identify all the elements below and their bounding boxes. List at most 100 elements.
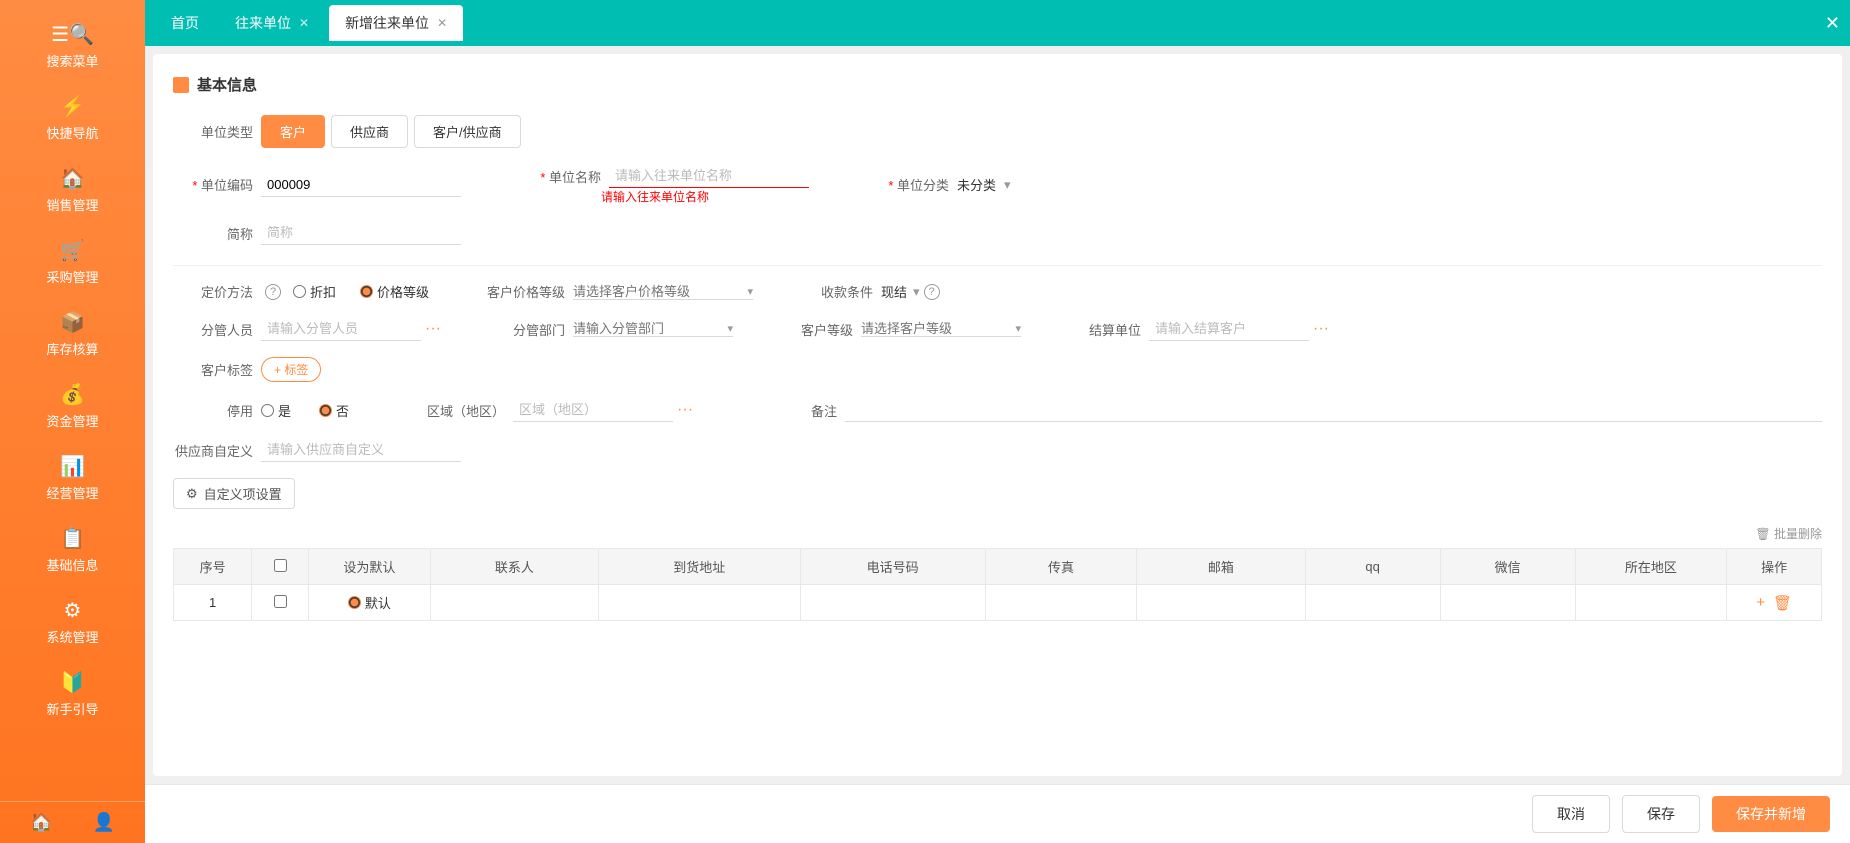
guide-icon: 🔰 bbox=[60, 670, 85, 695]
radio-discount-input[interactable] bbox=[293, 285, 306, 298]
dept-input[interactable] bbox=[573, 321, 727, 336]
cell-qq bbox=[1305, 585, 1440, 621]
supplier-custom-row: 供应商自定义 bbox=[173, 438, 1822, 462]
batch-delete-btn[interactable]: 🗑 批量删除 bbox=[1755, 527, 1822, 541]
default-radio[interactable] bbox=[348, 596, 361, 609]
sidebar-item-basic[interactable]: 📋 基础信息 bbox=[0, 514, 145, 586]
unit-type-row: 单位类型 客户 供应商 客户/供应商 bbox=[173, 115, 1822, 148]
customer-tag-row: 客户标签 + 标签 bbox=[173, 357, 1822, 382]
cancel-button[interactable]: 取消 bbox=[1532, 795, 1610, 833]
sidebar-item-label: 库存核算 bbox=[46, 339, 98, 358]
supervisor-ellipsis-btn[interactable]: ··· bbox=[421, 320, 445, 338]
system-icon: ⚙ bbox=[64, 598, 82, 623]
cell-address bbox=[598, 585, 800, 621]
unit-name-group: 单位名称 请输入往来单位名称 bbox=[521, 164, 809, 205]
col-fax: 传真 bbox=[985, 549, 1137, 585]
sidebar-item-purchase[interactable]: 🛒 采购管理 bbox=[0, 226, 145, 298]
settlement-ellipsis-btn[interactable]: ··· bbox=[1309, 320, 1333, 338]
btn-customer[interactable]: 客户 bbox=[261, 115, 325, 148]
custom-settings-btn[interactable]: ⚙ 自定义项设置 bbox=[173, 478, 295, 509]
sidebar-item-quicknav[interactable]: ⚡ 快捷导航 bbox=[0, 82, 145, 154]
row-add-btn[interactable]: + bbox=[1756, 594, 1765, 612]
sidebar-item-label: 搜索菜单 bbox=[46, 51, 98, 70]
cell-action: + 🗑 bbox=[1727, 585, 1822, 621]
radio-price-level-input[interactable] bbox=[360, 285, 373, 298]
home-bottom-icon[interactable]: 🏠 bbox=[30, 812, 52, 833]
contact-input[interactable] bbox=[474, 595, 554, 610]
unit-category-label: 单位分类 bbox=[869, 175, 949, 194]
tab-new-counterparty[interactable]: 新增往来单位 ✕ bbox=[329, 5, 463, 41]
fax-input[interactable] bbox=[1026, 595, 1096, 610]
delete-icon: 🗑 bbox=[1755, 527, 1770, 541]
tab-home[interactable]: 首页 bbox=[155, 5, 215, 41]
customer-price-level-select[interactable]: ▾ bbox=[573, 284, 753, 300]
btn-both[interactable]: 客户/供应商 bbox=[414, 115, 521, 148]
unit-name-input[interactable] bbox=[609, 164, 809, 188]
remark-input[interactable] bbox=[845, 398, 1822, 422]
sidebar-item-label: 基础信息 bbox=[46, 555, 98, 574]
col-seq: 序号 bbox=[174, 549, 252, 585]
sidebar-item-system[interactable]: ⚙ 系统管理 bbox=[0, 586, 145, 658]
disable-label: 停用 bbox=[173, 401, 253, 420]
finance-icon: 💰 bbox=[60, 382, 85, 407]
sidebar-item-inventory[interactable]: 📦 库存核算 bbox=[0, 298, 145, 370]
tab-bar-close-btn[interactable]: ✕ bbox=[1825, 13, 1840, 34]
qq-input[interactable] bbox=[1343, 595, 1403, 610]
settlement-unit-input[interactable] bbox=[1149, 317, 1309, 341]
sidebar-item-guide[interactable]: 🔰 新手引导 bbox=[0, 658, 145, 730]
cell-contact bbox=[430, 585, 598, 621]
tab-counterparty-close[interactable]: ✕ bbox=[299, 16, 309, 30]
dept-select[interactable]: ▾ bbox=[573, 321, 733, 337]
customer-tag-label: 客户标签 bbox=[173, 360, 253, 379]
customer-price-level-input[interactable] bbox=[573, 284, 747, 299]
unit-code-input[interactable] bbox=[261, 173, 461, 197]
payment-terms-help-icon[interactable]: ? bbox=[924, 284, 940, 300]
tab-counterparty[interactable]: 往来单位 ✕ bbox=[219, 5, 325, 41]
btn-supplier[interactable]: 供应商 bbox=[331, 115, 408, 148]
sidebar-item-operations[interactable]: 📊 经营管理 bbox=[0, 442, 145, 514]
region-cell-input[interactable] bbox=[1616, 595, 1686, 610]
tag-add-btn[interactable]: + 标签 bbox=[261, 357, 321, 382]
radio-disable-no-input[interactable] bbox=[319, 404, 332, 417]
phone-input[interactable] bbox=[848, 595, 938, 610]
unit-name-error: 请输入往来单位名称 bbox=[601, 190, 709, 204]
tab-new-counterparty-close[interactable]: ✕ bbox=[437, 16, 447, 30]
operations-icon: 📊 bbox=[60, 454, 85, 479]
row-delete-btn[interactable]: 🗑 bbox=[1773, 594, 1792, 612]
batch-delete-area: 🗑 批量删除 bbox=[173, 525, 1822, 542]
select-all-checkbox[interactable] bbox=[274, 559, 287, 572]
row-checkbox[interactable] bbox=[274, 595, 287, 608]
region-input[interactable] bbox=[513, 398, 673, 422]
wechat-input[interactable] bbox=[1478, 595, 1538, 610]
pricing-help-icon[interactable]: ? bbox=[265, 284, 281, 300]
save-button[interactable]: 保存 bbox=[1622, 795, 1700, 833]
supervisor-input[interactable] bbox=[261, 317, 421, 341]
payment-terms-chevron[interactable]: ▾ bbox=[913, 284, 920, 300]
customer-level-input[interactable] bbox=[861, 321, 1015, 336]
sidebar-item-search[interactable]: ☰🔍 搜索菜单 bbox=[0, 10, 145, 82]
address-input[interactable] bbox=[649, 595, 749, 610]
pricing-row: 定价方法 ? 折扣 价格等级 客户价格等级 ▾ bbox=[173, 282, 1822, 301]
main-area: 首页 往来单位 ✕ 新增往来单位 ✕ ✕ 基本信息 单位类型 客户 供应商 客户… bbox=[145, 0, 1850, 843]
user-bottom-icon[interactable]: 👤 bbox=[93, 812, 115, 833]
radio-discount-label: 折扣 bbox=[310, 282, 336, 301]
supplier-custom-input[interactable] bbox=[261, 438, 461, 462]
gear-icon: ⚙ bbox=[186, 486, 198, 502]
sidebar-item-sales[interactable]: 🏠 销售管理 bbox=[0, 154, 145, 226]
save-add-button[interactable]: 保存并新增 bbox=[1712, 796, 1830, 832]
purchase-icon: 🛒 bbox=[60, 238, 85, 263]
sidebar-item-finance[interactable]: 💰 资金管理 bbox=[0, 370, 145, 442]
unit-info-row: 单位编码 单位名称 请输入往来单位名称 单位分类 未分类 bbox=[173, 164, 1822, 205]
unit-type-label: 单位类型 bbox=[173, 122, 253, 141]
cell-phone bbox=[800, 585, 985, 621]
customer-level-select[interactable]: ▾ bbox=[861, 321, 1021, 337]
section-icon bbox=[173, 77, 189, 93]
dept-label: 分管部门 bbox=[485, 320, 565, 339]
supervisor-row: 分管人员 ··· 分管部门 ▾ 客户等级 ▾ bbox=[173, 317, 1822, 341]
abbr-input[interactable] bbox=[261, 221, 461, 245]
email-input[interactable] bbox=[1181, 595, 1261, 610]
radio-disable-yes-input[interactable] bbox=[261, 404, 274, 417]
region-ellipsis-btn[interactable]: ··· bbox=[673, 401, 697, 419]
sidebar: ☰🔍 搜索菜单 ⚡ 快捷导航 🏠 销售管理 🛒 采购管理 📦 库存核算 💰 资金… bbox=[0, 0, 145, 843]
unit-category-chevron[interactable]: ▾ bbox=[1004, 177, 1011, 193]
